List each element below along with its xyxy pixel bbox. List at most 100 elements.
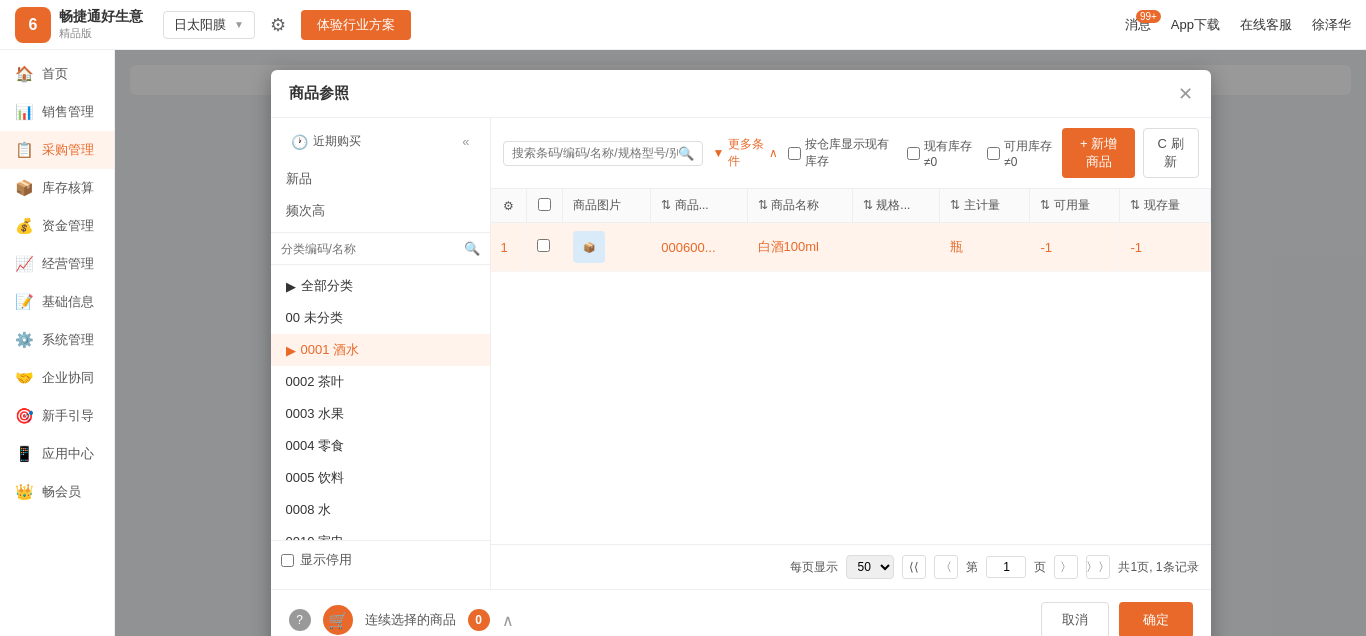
show-disabled-label[interactable]: 显示停用 [300,551,352,569]
member-icon: 👑 [15,483,34,501]
show-disabled-checkbox[interactable] [281,554,294,567]
sidebar-item-member[interactable]: 👑 畅会员 [0,473,114,511]
sidebar-item-guide[interactable]: 🎯 新手引导 [0,397,114,435]
category-item-all[interactable]: ▶ 全部分类 [271,270,490,302]
selector-arrow-icon: ▼ [234,19,244,30]
existing-stock-checkbox[interactable] [907,147,920,160]
td-available: -1 [1030,223,1120,272]
pagination-bar: 每页显示 50 ⟨⟨ 〈 第 页 〉 〉〉 共1页, 1条记录 [491,544,1211,589]
th-code[interactable]: ⇅ 商品... [651,189,747,223]
page-total-info: 共1页, 1条记录 [1118,559,1198,576]
finance-icon: 💰 [15,217,34,235]
category-item-water[interactable]: 0008 水 [271,494,490,526]
sidebar-item-enterprise[interactable]: 🤝 企业协同 [0,359,114,397]
modal-toolbar: 🔍 ▼ 更多条件 ∧ 按仓库显示现有库存 [491,118,1211,189]
enterprise-icon: 🤝 [15,369,34,387]
sidebar-item-sales[interactable]: 📊 销售管理 [0,93,114,131]
cb-warehouse: 按仓库显示现有库存 [788,136,892,170]
category-search-icon: 🔍 [464,241,480,256]
cancel-button[interactable]: 取消 [1041,602,1109,636]
table-row[interactable]: 1 📦 000600... 白酒100ml 瓶 [491,223,1211,272]
warehouse-checkbox[interactable] [788,147,801,160]
sidebar-item-system[interactable]: ⚙️ 系统管理 [0,321,114,359]
td-checkbox[interactable] [527,223,563,272]
category-search-input[interactable] [281,242,464,256]
next-page-button[interactable]: 〉 [1054,555,1078,579]
sidebar-item-basic-info[interactable]: 📝 基础信息 [0,283,114,321]
th-stock[interactable]: ⇅ 现存量 [1120,189,1210,223]
purchase-icon: 📋 [15,141,34,159]
app-download-link[interactable]: App下载 [1171,16,1220,34]
tab-new-product[interactable]: 新品 [271,163,490,195]
th-available[interactable]: ⇅ 可用量 [1030,189,1120,223]
product-search-icon: 🔍 [678,146,694,161]
th-checkbox[interactable] [527,189,563,223]
system-icon: ⚙️ [15,331,34,349]
settings-icon[interactable]: ⚙ [270,14,286,36]
category-item-liquor[interactable]: ▶ 0001 酒水 [271,334,490,366]
prev-page-button[interactable]: 〈 [934,555,958,579]
recent-purchase-btn[interactable]: 🕐 近期购买 [281,128,371,155]
category-item-appliance[interactable]: 0010 家电 [271,526,490,540]
navbar-right: 消息 99+ App下载 在线客服 徐泽华 [1125,16,1351,34]
modal-close-icon[interactable]: ✕ [1178,85,1193,103]
table-header-row: ⚙ 商品图片 ⇅ 商品... ⇅ 商品名称 ⇅ 规格... ⇅ 主计量 ⇅ 可用… [491,189,1211,223]
td-unit: 瓶 [940,223,1030,272]
th-settings[interactable]: ⚙ [491,189,527,223]
toolbar-action-buttons: + 新增商品 C 刷新 [1062,128,1198,178]
user-menu[interactable]: 徐泽华 [1312,16,1351,34]
collapse-footer-icon[interactable]: ∧ [502,611,514,630]
category-item-snack[interactable]: 0004 零食 [271,430,490,462]
more-filter-button[interactable]: ▼ 更多条件 ∧ [713,136,778,170]
last-page-button[interactable]: 〉〉 [1086,555,1110,579]
sort-code-icon: ⇅ [661,198,671,212]
sidebar-item-finance[interactable]: 💰 资金管理 [0,207,114,245]
home-icon: 🏠 [15,65,34,83]
operations-icon: 📈 [15,255,34,273]
sidebar-item-app-center[interactable]: 📱 应用中心 [0,435,114,473]
th-spec[interactable]: ⇅ 规格... [852,189,939,223]
sidebar-item-purchase[interactable]: 📋 采购管理 [0,131,114,169]
sidebar-item-operations[interactable]: 📈 经营管理 [0,245,114,283]
add-product-button[interactable]: + 新增商品 [1062,128,1134,178]
category-item-fruit[interactable]: 0003 水果 [271,398,490,430]
help-icon[interactable]: ? [289,609,311,631]
product-table-wrap: ⚙ 商品图片 ⇅ 商品... ⇅ 商品名称 ⇅ 规格... ⇅ 主计量 ⇅ 可用… [491,189,1211,544]
refresh-button[interactable]: C 刷新 [1143,128,1199,178]
category-item-beverage[interactable]: 0005 饮料 [271,462,490,494]
th-name[interactable]: ⇅ 商品名称 [747,189,852,223]
cb-existing: 现有库存≠0 [907,138,972,169]
filter-arrow-icon: ∧ [769,146,778,160]
expand-arrow-icon: ▶ [286,279,296,294]
select-all-checkbox[interactable] [538,198,551,211]
th-unit[interactable]: ⇅ 主计量 [940,189,1030,223]
messages-button[interactable]: 消息 99+ [1125,16,1151,34]
page-number-input[interactable] [986,556,1026,578]
app-brand: 畅捷通好生意 精品版 [59,8,143,41]
modal-right-panel: 🔍 ▼ 更多条件 ∧ 按仓库显示现有库存 [491,118,1211,589]
per-page-select[interactable]: 50 [846,555,894,579]
sidebar-item-inventory[interactable]: 📦 库存核算 [0,169,114,207]
row-checkbox[interactable] [537,239,550,252]
product-search-box: 🔍 [503,141,703,166]
category-list: ▶ 全部分类 00 未分类 ▶ 0001 酒水 0002 茶 [271,270,490,540]
category-item-tea[interactable]: 0002 茶叶 [271,366,490,398]
trial-button[interactable]: 体验行业方案 [301,10,411,40]
recent-icon: 🕐 [291,134,308,150]
sort-unit-icon: ⇅ [950,198,960,212]
tab-frequent[interactable]: 频次高 [271,195,490,227]
collapse-left-icon[interactable]: « [452,129,479,154]
store-selector[interactable]: 日太阳膜 ▼ [163,11,255,39]
available-stock-checkbox[interactable] [987,147,1000,160]
cart-icon[interactable]: 🛒 [323,605,353,635]
first-page-button[interactable]: ⟨⟨ [902,555,926,579]
product-search-input[interactable] [512,146,678,160]
online-service-link[interactable]: 在线客服 [1240,16,1292,34]
sales-icon: 📊 [15,103,34,121]
confirm-button[interactable]: 确定 [1119,602,1193,636]
td-stock: -1 [1120,223,1210,272]
category-item-uncategorized[interactable]: 00 未分类 [271,302,490,334]
sidebar-item-home[interactable]: 🏠 首页 [0,55,114,93]
modal-overlay: 商品参照 ✕ 🕐 近期购买 « [115,50,1366,636]
filter-checkboxes: 按仓库显示现有库存 现有库存≠0 可用库存≠0 [788,136,1053,170]
